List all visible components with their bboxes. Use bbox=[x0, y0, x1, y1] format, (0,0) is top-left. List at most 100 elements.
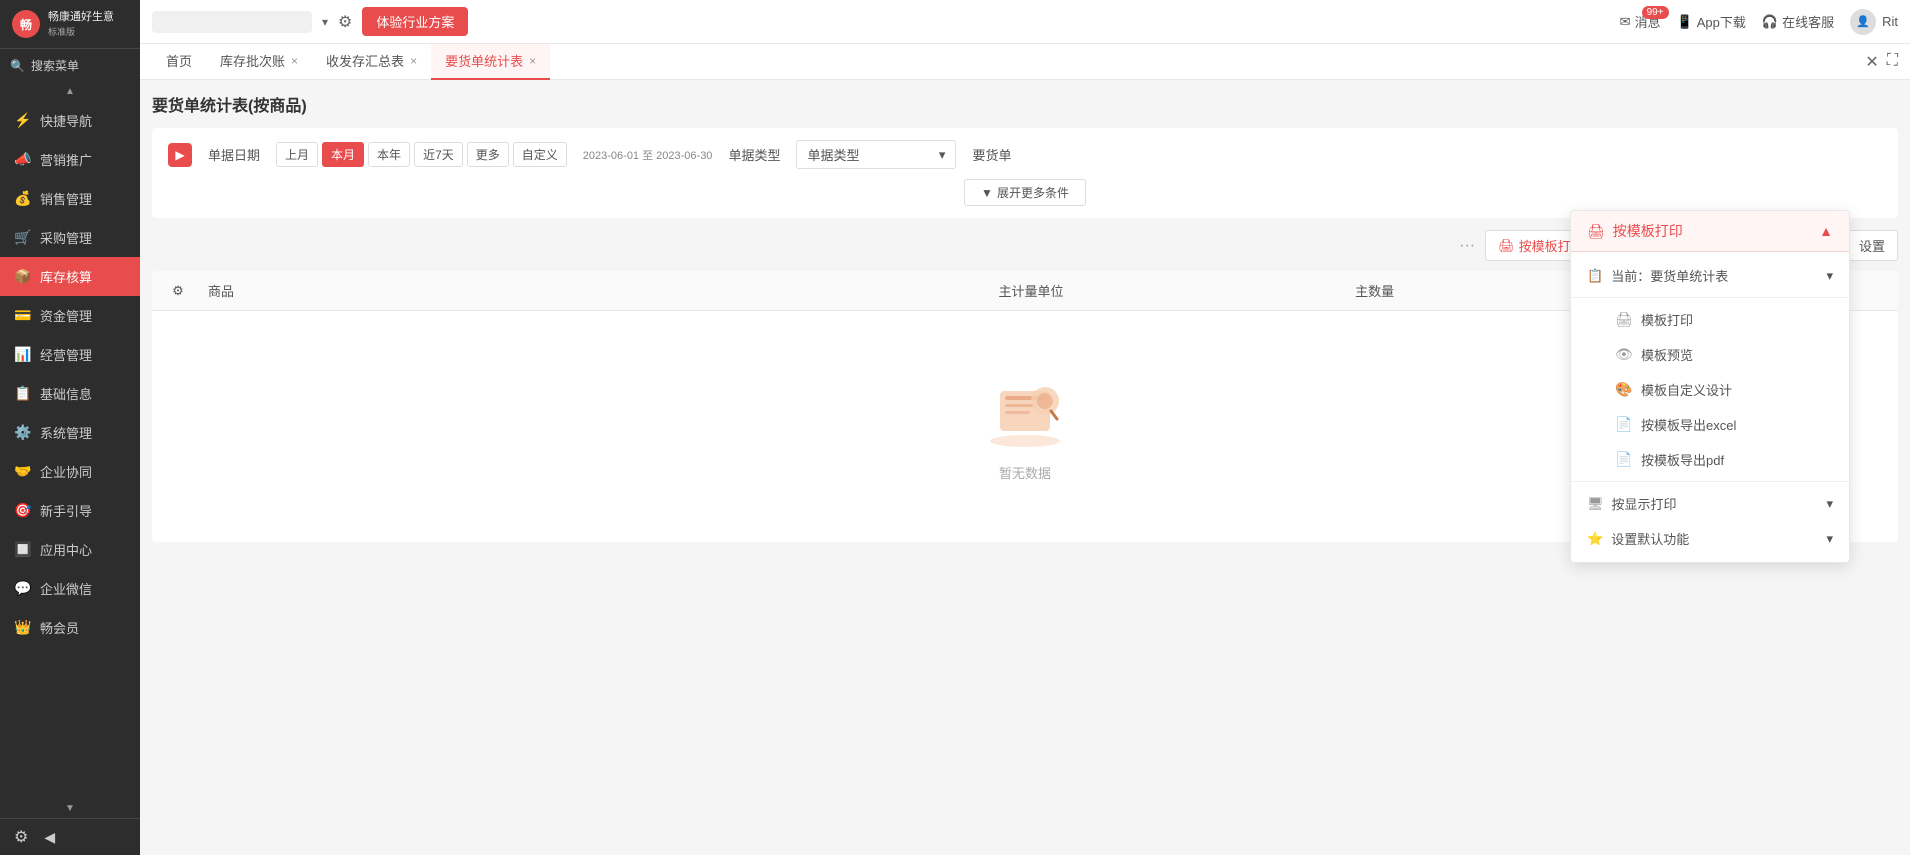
dropdown-display-print[interactable]: 🖥 按显示打印 ▾ bbox=[1571, 486, 1849, 521]
user-name: Rit bbox=[1882, 14, 1898, 29]
sidebar-item-basics[interactable]: 📋 基础信息 bbox=[0, 374, 140, 413]
export-excel-icon: 📄 bbox=[1615, 416, 1631, 433]
type-filter-select[interactable]: 单据类型 ▾ bbox=[796, 140, 956, 169]
date-current-year-btn[interactable]: 本年 bbox=[368, 142, 410, 167]
tab-home-label: 首页 bbox=[166, 51, 192, 70]
dropdown-item-template-design[interactable]: 🎨 模板自定义设计 bbox=[1571, 372, 1849, 407]
operations-icon: 📊 bbox=[14, 346, 32, 364]
th-quantity: 主数量 bbox=[1203, 271, 1547, 310]
topbar-search-input[interactable] bbox=[152, 11, 312, 33]
tab-collection[interactable]: 收发存汇总表 × bbox=[312, 44, 431, 80]
messages-button[interactable]: ✉ 消息 99+ bbox=[1620, 12, 1661, 31]
sidebar-item-finance[interactable]: 💳 资金管理 bbox=[0, 296, 140, 335]
dropdown-item-export-pdf[interactable]: 📄 按模板导出pdf bbox=[1571, 442, 1849, 477]
topbar-dropdown-arrow[interactable]: ▾ bbox=[322, 15, 328, 29]
dropdown-item-template-print[interactable]: 🖨 模板打印 bbox=[1571, 302, 1849, 337]
more-actions-dots[interactable]: ··· bbox=[1459, 237, 1475, 255]
dropdown-set-default[interactable]: ⭐ 设置默认功能 ▾ bbox=[1571, 521, 1849, 556]
scroll-up-button[interactable]: ▲ bbox=[0, 82, 140, 101]
sidebar-item-label: 库存核算 bbox=[40, 267, 92, 286]
topbar-gear-icon[interactable]: ⚙ bbox=[338, 12, 352, 32]
date-buttons: 上月 本月 本年 近7天 更多 自定义 bbox=[276, 142, 567, 167]
sidebar-item-quick-nav[interactable]: ⚡ 快捷导航 bbox=[0, 101, 140, 140]
set-default-arrow: ▾ bbox=[1826, 531, 1833, 547]
sidebar-item-label: 资金管理 bbox=[40, 306, 92, 325]
sidebar-item-purchase[interactable]: 🛒 采购管理 bbox=[0, 218, 140, 257]
tab-order-stats-close[interactable]: × bbox=[529, 54, 536, 68]
printer-icon: 🖨 bbox=[1498, 238, 1515, 254]
phone-icon: 📱 bbox=[1677, 14, 1693, 30]
sidebar-item-marketing[interactable]: 📣 营销推广 bbox=[0, 140, 140, 179]
collab-icon: 🤝 bbox=[14, 463, 32, 481]
date-current-month-btn[interactable]: 本月 bbox=[322, 142, 364, 167]
online-service-button[interactable]: 🎧 在线客服 bbox=[1762, 12, 1834, 31]
expand-tab-icon[interactable]: ⛶ bbox=[1887, 52, 1898, 72]
template-preview-icon: 👁 bbox=[1615, 346, 1631, 363]
display-print-arrow: ▾ bbox=[1826, 496, 1833, 512]
logo-text-block: 畅康通好生意 标准版 bbox=[48, 10, 114, 37]
main-area: ▾ ⚙ 体验行业方案 ✉ 消息 99+ 📱 App下载 🎧 在线客服 👤 Rit bbox=[140, 0, 1910, 855]
topbar: ▾ ⚙ 体验行业方案 ✉ 消息 99+ 📱 App下载 🎧 在线客服 👤 Rit bbox=[140, 0, 1910, 44]
filter-expand-button[interactable]: ▶ bbox=[168, 143, 192, 167]
sidebar-item-label: 畅会员 bbox=[40, 618, 79, 637]
message-icon: ✉ bbox=[1620, 14, 1631, 30]
th-product: 商品 bbox=[196, 271, 859, 310]
tab-home[interactable]: 首页 bbox=[152, 44, 206, 80]
date-prev-month-btn[interactable]: 上月 bbox=[276, 142, 318, 167]
date-custom-btn[interactable]: 自定义 bbox=[513, 142, 567, 167]
sidebar-item-guide[interactable]: 🎯 新手引导 bbox=[0, 491, 140, 530]
tab-batch-close[interactable]: × bbox=[291, 54, 298, 68]
template-print-icon: 🖨 bbox=[1615, 311, 1631, 328]
order-filter-label: 要货单 bbox=[972, 145, 1011, 164]
current-template-icon: 📋 bbox=[1587, 268, 1603, 284]
date-more-btn[interactable]: 更多 bbox=[467, 142, 509, 167]
dropdown-close-button[interactable]: ▲ bbox=[1819, 223, 1833, 239]
scroll-down-button[interactable]: ▼ bbox=[0, 799, 140, 818]
tab-collection-close[interactable]: × bbox=[410, 54, 417, 68]
sidebar-item-inventory[interactable]: 📦 库存核算 bbox=[0, 257, 140, 296]
sidebar-item-system[interactable]: ⚙️ 系统管理 bbox=[0, 413, 140, 452]
sidebar-item-label: 销售管理 bbox=[40, 189, 92, 208]
app-logo: 畅 畅康通好生意 标准版 bbox=[0, 0, 140, 49]
template-print-label: 模板打印 bbox=[1641, 310, 1693, 329]
tab-batch[interactable]: 库存批次账 × bbox=[206, 44, 312, 80]
sidebar-item-wechat[interactable]: 💬 企业微信 bbox=[0, 569, 140, 608]
user-profile-button[interactable]: 👤 Rit bbox=[1850, 9, 1898, 35]
industry-solution-button[interactable]: 体验行业方案 bbox=[362, 7, 468, 36]
search-menu-label: 搜索菜单 bbox=[31, 57, 79, 74]
sidebar-item-sales[interactable]: 💰 销售管理 bbox=[0, 179, 140, 218]
filter-bar: ▶ 单据日期 上月 本月 本年 近7天 更多 自定义 2023-06-01 至 … bbox=[152, 128, 1898, 218]
set-default-label: 设置默认功能 bbox=[1611, 529, 1689, 548]
date-7days-btn[interactable]: 近7天 bbox=[414, 142, 463, 167]
dropdown-title: 按模板打印 bbox=[1613, 221, 1683, 241]
close-tab-icon[interactable]: ✕ bbox=[1865, 52, 1878, 72]
finance-icon: 💳 bbox=[14, 307, 32, 325]
sidebar-item-operations[interactable]: 📊 经营管理 bbox=[0, 335, 140, 374]
sidebar-item-member[interactable]: 👑 畅会员 bbox=[0, 608, 140, 647]
search-menu-item[interactable]: 🔍 搜索菜单 bbox=[0, 49, 140, 82]
empty-text: 暂无数据 bbox=[999, 463, 1051, 482]
dropdown-item-export-excel[interactable]: 📄 按模板导出excel bbox=[1571, 407, 1849, 442]
column-settings-icon[interactable]: ⚙ bbox=[172, 283, 184, 298]
expand-more-button[interactable]: ▼ 展开更多条件 bbox=[964, 179, 1086, 206]
sidebar: 畅 畅康通好生意 标准版 🔍 搜索菜单 ▲ ⚡ 快捷导航 📣 营销推广 💰 销售… bbox=[0, 0, 140, 855]
template-design-icon: 🎨 bbox=[1615, 381, 1631, 398]
app-download-button[interactable]: 📱 App下载 bbox=[1677, 12, 1746, 31]
settings-icon[interactable]: ⚙ bbox=[14, 827, 28, 847]
tab-order-stats[interactable]: 要货单统计表 × bbox=[431, 44, 550, 80]
topbar-right-actions: ✉ 消息 99+ 📱 App下载 🎧 在线客服 👤 Rit bbox=[1620, 9, 1898, 35]
tab-collection-label: 收发存汇总表 bbox=[326, 51, 404, 70]
app-download-label: App下载 bbox=[1697, 12, 1746, 31]
settings-button[interactable]: 设置 bbox=[1846, 230, 1898, 261]
sidebar-item-label: 快捷导航 bbox=[40, 111, 92, 130]
type-select-arrow: ▾ bbox=[939, 147, 946, 163]
dropdown-divider-2 bbox=[1571, 481, 1849, 482]
sales-icon: 💰 bbox=[14, 190, 32, 208]
dropdown-item-template-preview[interactable]: 👁 模板预览 bbox=[1571, 337, 1849, 372]
dropdown-current-template[interactable]: 📋 当前：要货单统计表 ▾ bbox=[1571, 258, 1849, 293]
print-dropdown-menu: 🖨 按模板打印 ▲ 📋 当前：要货单统计表 ▾ 🖨 模板打印 bbox=[1570, 210, 1850, 563]
collapse-icon[interactable]: ◀ bbox=[44, 829, 55, 846]
template-design-label: 模板自定义设计 bbox=[1641, 380, 1732, 399]
sidebar-item-apps[interactable]: 🔲 应用中心 bbox=[0, 530, 140, 569]
sidebar-item-collab[interactable]: 🤝 企业协同 bbox=[0, 452, 140, 491]
